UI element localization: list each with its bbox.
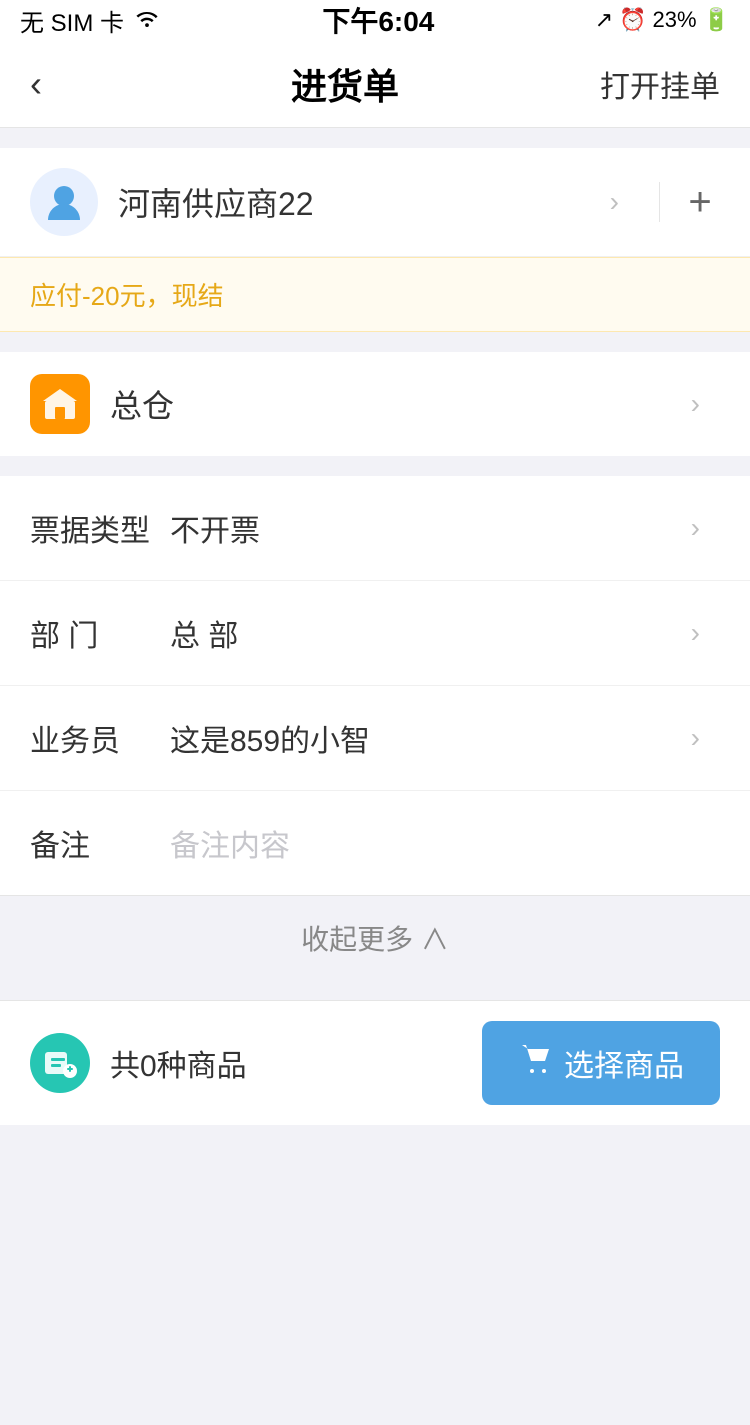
invoice-type-label: 票据类型 xyxy=(30,506,170,550)
supplier-section: 河南供应商22 › + 应付-20元，现结 xyxy=(0,148,750,332)
form-section: 票据类型 不开票 › 部 门 总 部 › 业务员 这是859的小智 › 备注 备… xyxy=(0,476,750,980)
divider xyxy=(659,182,660,222)
bottom-bar: 共0种商品 选择商品 xyxy=(0,1000,750,1125)
status-right: ↗ ⏰ 23% 🔋 xyxy=(595,7,730,33)
product-count-text: 共0种商品 xyxy=(110,1041,482,1085)
warehouse-section: 总仓 › xyxy=(0,352,750,456)
back-button[interactable]: ‹ xyxy=(30,63,90,105)
battery-icon: 🔋 xyxy=(703,7,730,33)
supplier-row[interactable]: 河南供应商22 › + xyxy=(0,148,750,257)
salesperson-row[interactable]: 业务员 这是859的小智 › xyxy=(0,685,750,790)
select-btn-label: 选择商品 xyxy=(564,1041,684,1085)
department-row[interactable]: 部 门 总 部 › xyxy=(0,580,750,685)
remark-row[interactable]: 备注 备注内容 xyxy=(0,790,750,895)
supplier-name: 河南供应商22 xyxy=(118,179,610,225)
product-icon xyxy=(30,1033,90,1093)
battery-text: 23% xyxy=(653,7,697,33)
salesperson-value: 这是859的小智 xyxy=(170,716,691,760)
nav-bar: ‹ 进货单 打开挂单 xyxy=(0,40,750,128)
department-chevron-icon: › xyxy=(691,617,700,649)
cart-icon xyxy=(518,1041,554,1085)
gap-4 xyxy=(0,980,750,1000)
supplier-avatar xyxy=(30,168,98,236)
collapse-button[interactable]: 收起更多 ∧ xyxy=(0,895,750,980)
invoice-type-row[interactable]: 票据类型 不开票 › xyxy=(0,476,750,580)
collapse-label: 收起更多 ∧ xyxy=(301,924,449,955)
open-pending-button[interactable]: 打开挂单 xyxy=(600,62,720,106)
warehouse-chevron-icon: › xyxy=(691,388,700,420)
warehouse-icon xyxy=(30,374,90,434)
gap-2 xyxy=(0,332,750,352)
remark-label: 备注 xyxy=(30,821,170,865)
gap-3 xyxy=(0,456,750,476)
warehouse-row[interactable]: 总仓 › xyxy=(0,352,750,456)
warehouse-name: 总仓 xyxy=(110,381,691,427)
remark-placeholder: 备注内容 xyxy=(170,821,720,865)
supplier-chevron-icon: › xyxy=(610,186,619,218)
gap-1 xyxy=(0,128,750,148)
status-time: 下午6:04 xyxy=(322,0,434,40)
alarm-icon: ⏰ xyxy=(619,7,646,33)
location-icon: ↗ xyxy=(595,7,613,33)
page-body-bg xyxy=(0,1125,750,1425)
wifi-icon xyxy=(132,6,162,34)
status-bar: 无 SIM 卡 下午6:04 ↗ ⏰ 23% 🔋 xyxy=(0,0,750,40)
notice-bar: 应付-20元，现结 xyxy=(0,257,750,332)
status-left: 无 SIM 卡 xyxy=(20,3,162,38)
salesperson-label: 业务员 xyxy=(30,716,170,760)
department-value: 总 部 xyxy=(170,611,691,655)
invoice-type-value: 不开票 xyxy=(170,506,691,550)
salesperson-chevron-icon: › xyxy=(691,722,700,754)
invoice-chevron-icon: › xyxy=(691,512,700,544)
add-button[interactable]: + xyxy=(680,180,720,225)
carrier-text: 无 SIM 卡 xyxy=(20,3,124,38)
page-title: 进货单 xyxy=(291,58,399,110)
notice-text: 应付-20元，现结 xyxy=(30,281,224,311)
department-label: 部 门 xyxy=(30,611,170,655)
select-product-button[interactable]: 选择商品 xyxy=(482,1021,720,1105)
